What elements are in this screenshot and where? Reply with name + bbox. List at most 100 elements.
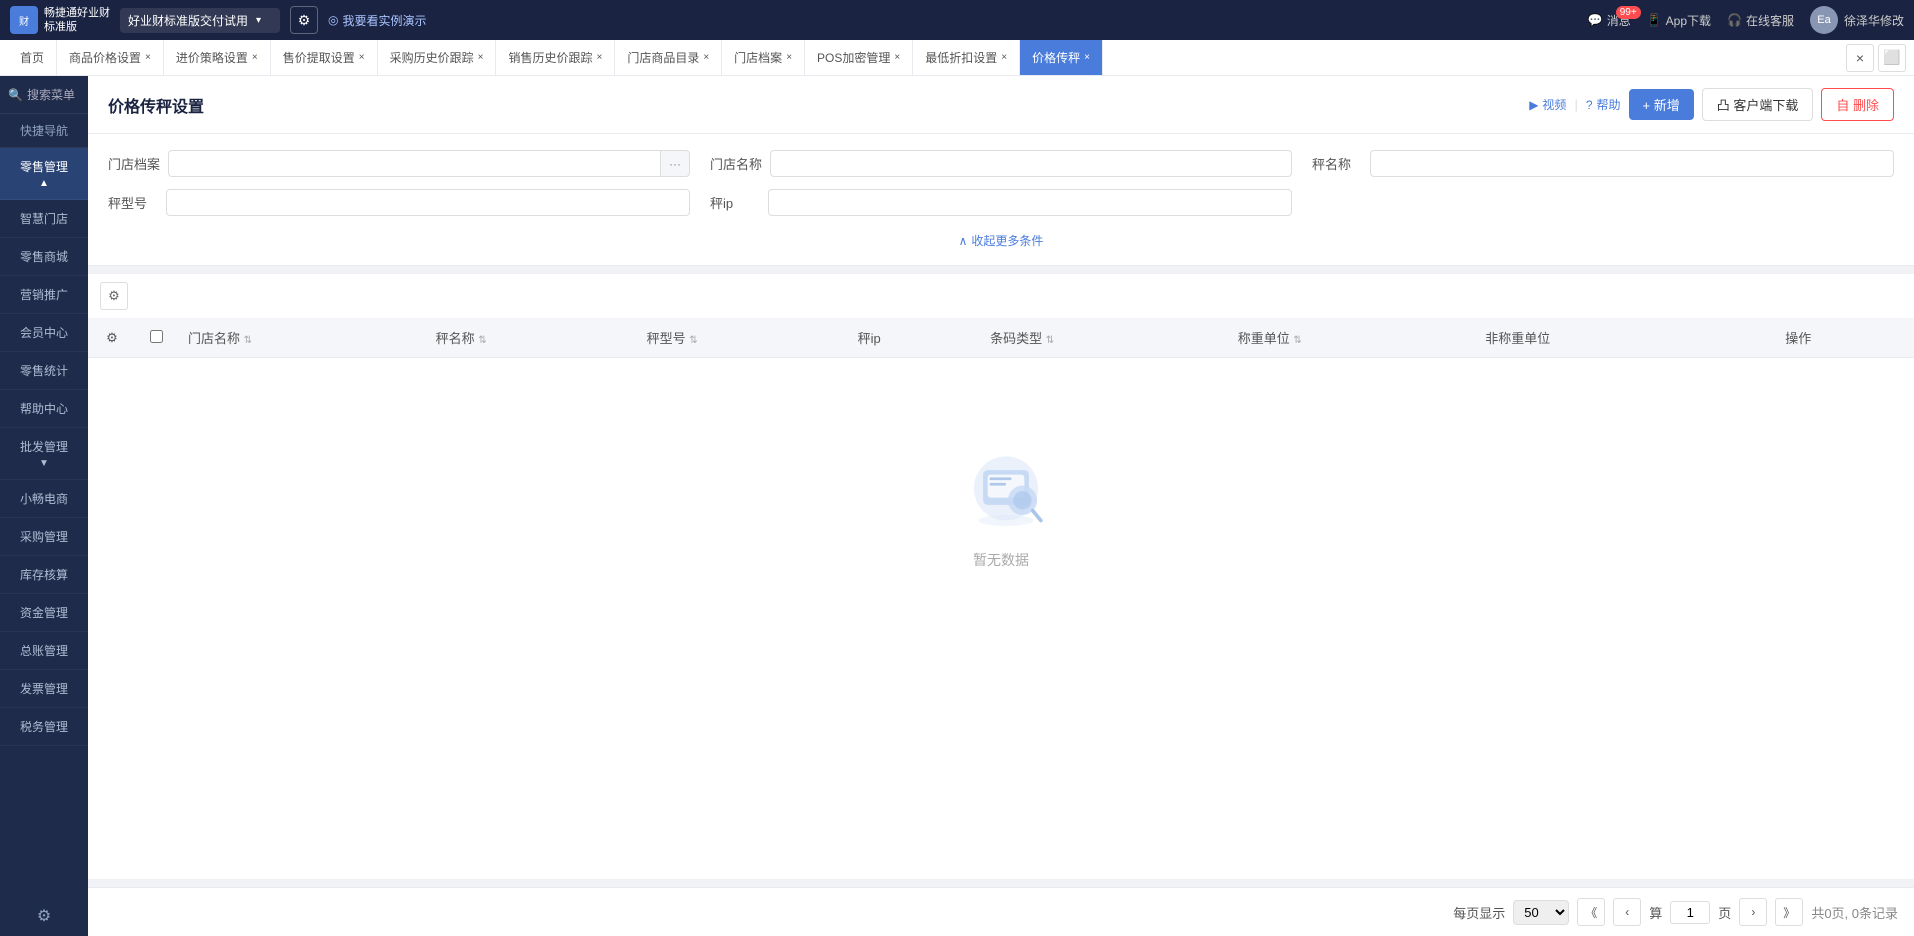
table-area: ⚙ ⚙ 门店名称 ⇅ 秤名称 ⇅ — [88, 274, 1914, 879]
sidebar-quick-nav[interactable]: 快捷导航 — [0, 114, 88, 148]
tab-home[interactable]: 首页 — [8, 40, 57, 76]
delete-button[interactable]: 自 删除 — [1821, 88, 1894, 121]
collapse-button[interactable]: ∧ 收起更多条件 — [108, 228, 1894, 253]
tab-purchase-history[interactable]: 采购历史价跟踪 × — [378, 40, 497, 76]
tab-sales-history[interactable]: 销售历史价跟踪 × — [496, 40, 615, 76]
sort-icon: ⇅ — [1293, 335, 1301, 346]
close-icon[interactable]: × — [359, 52, 365, 63]
tab-store-file[interactable]: 门店档案 × — [722, 40, 805, 76]
th-operation: 操作 — [1773, 318, 1914, 358]
download-client-button[interactable]: 凸 客户端下载 — [1702, 88, 1814, 121]
video-link[interactable]: ▶ 视频 — [1529, 96, 1566, 113]
scale-model-input[interactable] — [166, 189, 690, 216]
version-selector[interactable]: 好业财标准版交付试用 ▾ — [120, 8, 280, 33]
th-non-weight-unit: 非称重单位 — [1473, 318, 1773, 358]
close-icon[interactable]: × — [894, 52, 900, 63]
sidebar-item-tax[interactable]: 税务管理 — [0, 708, 88, 746]
settings-button[interactable]: ⚙ — [290, 6, 318, 34]
close-icon[interactable]: × — [145, 52, 151, 63]
sidebar-item-retail-management[interactable]: 零售管理 ▲ — [0, 148, 88, 200]
demo-icon: ◎ — [328, 13, 338, 27]
close-icon[interactable]: × — [1001, 52, 1007, 63]
store-file-picker-button[interactable]: ··· — [660, 150, 690, 177]
store-name-field: 门店名称 — [710, 150, 1292, 177]
next-page-button[interactable]: › — [1739, 898, 1767, 926]
next-page-icon: › — [1751, 905, 1755, 919]
sidebar-settings-button[interactable]: ⚙ — [0, 896, 88, 936]
video-icon: ▶ — [1529, 98, 1538, 112]
messages-button[interactable]: 💬 消息 99+ — [1588, 12, 1631, 29]
page-actions: ▶ 视频 | ? 帮助 + 新增 凸 客户端下载 自 删除 — [1529, 88, 1894, 121]
pagination: 每页显示 50 10 20 100 《 ‹ 算 页 › 》 共0页, 0条记录 — [88, 887, 1914, 936]
sidebar-item-purchase[interactable]: 采购管理 — [0, 518, 88, 556]
first-page-button[interactable]: 《 — [1577, 898, 1605, 926]
demo-button[interactable]: ◎ 我要看实例演示 — [328, 12, 427, 29]
store-file-input[interactable] — [168, 150, 660, 177]
sidebar-search[interactable]: 🔍 搜索菜单 — [0, 76, 88, 114]
scale-name-field: 秤名称 — [1312, 150, 1894, 177]
prev-page-button[interactable]: ‹ — [1613, 898, 1641, 926]
expand-tab-button[interactable]: ⬜ — [1878, 44, 1906, 72]
th-scale-ip: 秤ip — [846, 318, 979, 358]
close-icon[interactable]: × — [703, 52, 709, 63]
last-page-button[interactable]: 》 — [1775, 898, 1803, 926]
sidebar-item-smart-store[interactable]: 智慧门店 — [0, 200, 88, 238]
avatar: Ea — [1810, 6, 1838, 34]
page-info: 共0页, 0条记录 — [1811, 903, 1898, 922]
top-bar-right: 💬 消息 99+ 📱 App下载 🎧 在线客服 Ea 徐泽华修改 — [1588, 6, 1904, 34]
tab-product-price[interactable]: 商品价格设置 × — [57, 40, 164, 76]
sort-icon: ⇅ — [244, 335, 252, 346]
page-number-input[interactable] — [1670, 901, 1710, 924]
help-icon: ? — [1586, 98, 1593, 112]
app-logo: 财 畅捷通好业财 标准版 — [10, 6, 110, 35]
app-download-button[interactable]: 📱 App下载 — [1647, 12, 1711, 29]
sidebar-item-marketing[interactable]: 营销推广 — [0, 276, 88, 314]
main-layout: 🔍 搜索菜单 快捷导航 零售管理 ▲ 智慧门店 零售商城 营销推广 会员中心 零… — [0, 76, 1914, 936]
tab-controls: × ⬜ — [1846, 44, 1906, 72]
close-tab-button[interactable]: × — [1846, 44, 1874, 72]
store-name-input[interactable] — [770, 150, 1292, 177]
sidebar-item-finance[interactable]: 资金管理 — [0, 594, 88, 632]
tab-purchase-strategy[interactable]: 进价策略设置 × — [164, 40, 271, 76]
tab-pos-encrypt[interactable]: POS加密管理 × — [805, 40, 913, 76]
scale-ip-field: 秤ip — [710, 189, 1292, 216]
table-header-row: ⚙ 门店名称 ⇅ 秤名称 ⇅ 秤型号 — [88, 318, 1914, 358]
close-icon[interactable]: × — [596, 52, 602, 63]
close-icon[interactable]: × — [1084, 52, 1090, 63]
user-menu[interactable]: Ea 徐泽华修改 — [1810, 6, 1904, 34]
first-page-icon: 《 — [1585, 904, 1597, 921]
sidebar-item-retail-mall[interactable]: 零售商城 — [0, 238, 88, 276]
table-toolbar: ⚙ — [88, 274, 1914, 318]
sidebar-item-help[interactable]: 帮助中心 — [0, 390, 88, 428]
page-header: 价格传秤设置 ▶ 视频 | ? 帮助 + 新增 凸 客户端下载 自 删除 — [88, 76, 1914, 134]
sidebar-item-wholesale[interactable]: 批发管理 ▼ — [0, 428, 88, 480]
sidebar-item-ledger[interactable]: 总账管理 — [0, 632, 88, 670]
sidebar-item-inventory[interactable]: 库存核算 — [0, 556, 88, 594]
select-all-checkbox[interactable] — [150, 330, 163, 343]
sort-icon: ⇅ — [1046, 335, 1054, 346]
table-settings-icon[interactable]: ⚙ — [100, 282, 128, 310]
scale-ip-input[interactable] — [768, 189, 1292, 216]
headset-icon: 🎧 — [1727, 13, 1742, 27]
message-icon: 💬 — [1588, 13, 1603, 27]
close-icon[interactable]: × — [252, 52, 258, 63]
help-link[interactable]: ? 帮助 — [1586, 96, 1621, 113]
sidebar-item-retail-stats[interactable]: 零售统计 — [0, 352, 88, 390]
search-row-1: 门店档案 ··· 门店名称 秤名称 — [108, 150, 1894, 177]
online-service-button[interactable]: 🎧 在线客服 — [1727, 12, 1794, 29]
add-button[interactable]: + 新增 — [1629, 89, 1694, 120]
close-icon[interactable]: × — [786, 52, 792, 63]
close-icon[interactable]: × — [478, 52, 484, 63]
sidebar-item-ecommerce[interactable]: 小畅电商 — [0, 480, 88, 518]
page-size-select[interactable]: 50 10 20 100 — [1513, 900, 1569, 925]
tab-price-scale[interactable]: 价格传秤 × — [1020, 40, 1103, 76]
th-weight-unit: 称重单位 ⇅ — [1226, 318, 1474, 358]
scale-name-input[interactable] — [1370, 150, 1894, 177]
sidebar-item-member[interactable]: 会员中心 — [0, 314, 88, 352]
empty-illustration — [951, 438, 1051, 538]
tab-store-catalog[interactable]: 门店商品目录 × — [615, 40, 722, 76]
top-bar: 财 畅捷通好业财 标准版 好业财标准版交付试用 ▾ ⚙ ◎ 我要看实例演示 💬 … — [0, 0, 1914, 40]
tab-sale-price[interactable]: 售价提取设置 × — [271, 40, 378, 76]
tab-min-discount[interactable]: 最低折扣设置 × — [913, 40, 1020, 76]
sidebar-item-invoice[interactable]: 发票管理 — [0, 670, 88, 708]
